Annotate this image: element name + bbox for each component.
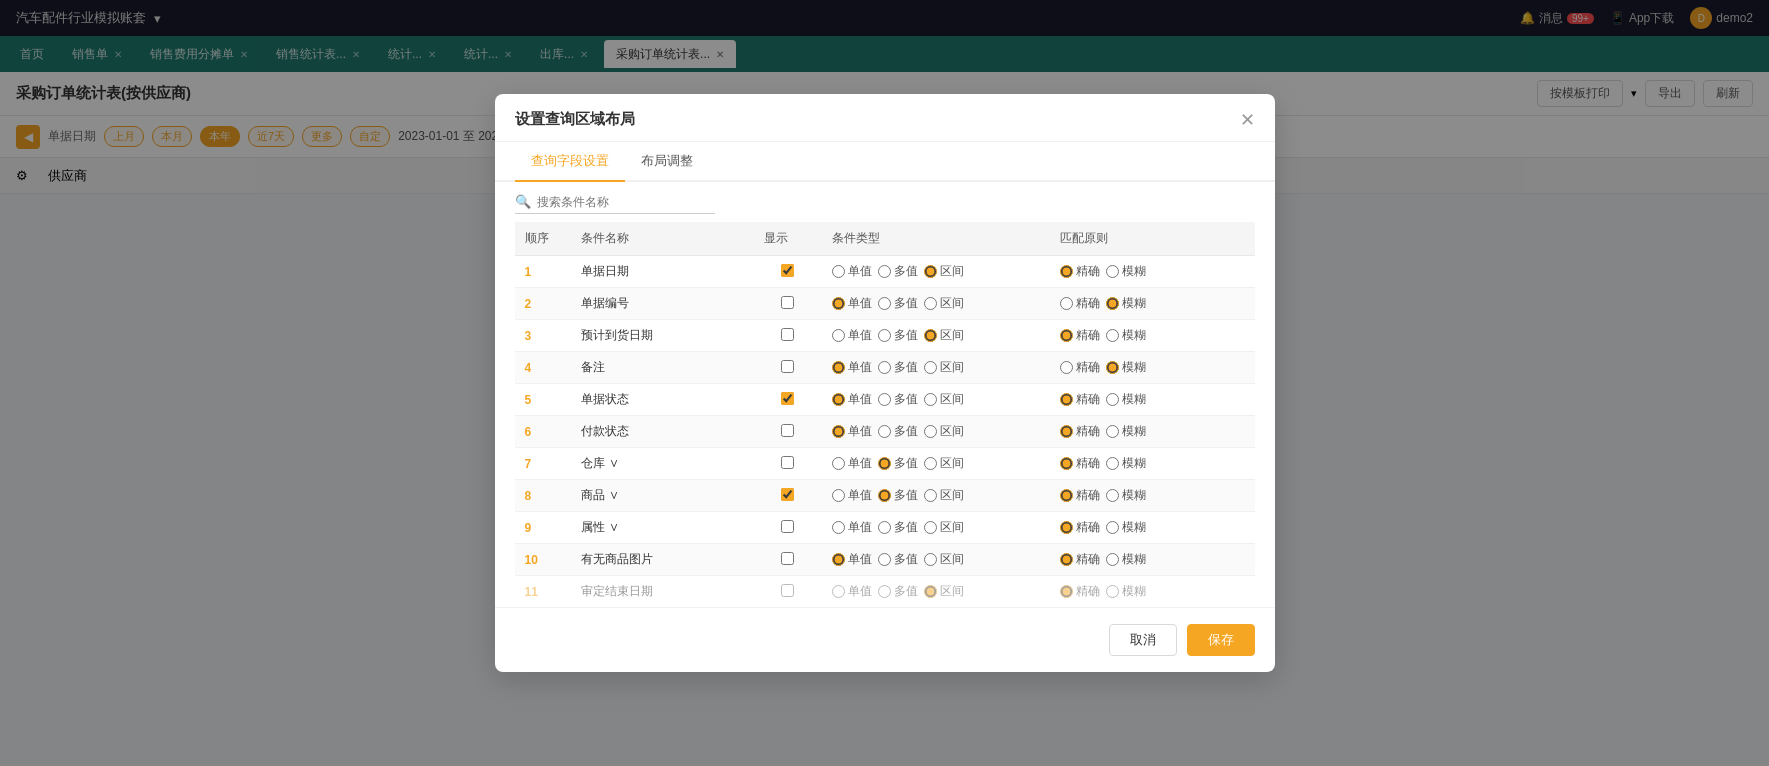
modal-tab-layout-label: 布局调整	[641, 153, 693, 168]
modal-title: 设置查询区域布局	[515, 110, 635, 129]
modal-tab-layout[interactable]: 布局调整	[625, 142, 709, 182]
modal-tab-query-label: 查询字段设置	[531, 153, 609, 168]
modal-header: 设置查询区域布局 ✕	[495, 94, 1275, 142]
modal-tab-query-fields[interactable]: 查询字段设置	[515, 142, 625, 182]
settings-modal: 设置查询区域布局 ✕ 查询字段设置 布局调整 🔍 顺序	[495, 94, 1275, 194]
modal-overlay: 设置查询区域布局 ✕ 查询字段设置 布局调整 🔍 顺序	[0, 0, 1769, 194]
modal-search-area: 🔍	[495, 182, 1275, 194]
modal-close-btn[interactable]: ✕	[1240, 111, 1255, 129]
modal-tabs: 查询字段设置 布局调整	[495, 142, 1275, 182]
